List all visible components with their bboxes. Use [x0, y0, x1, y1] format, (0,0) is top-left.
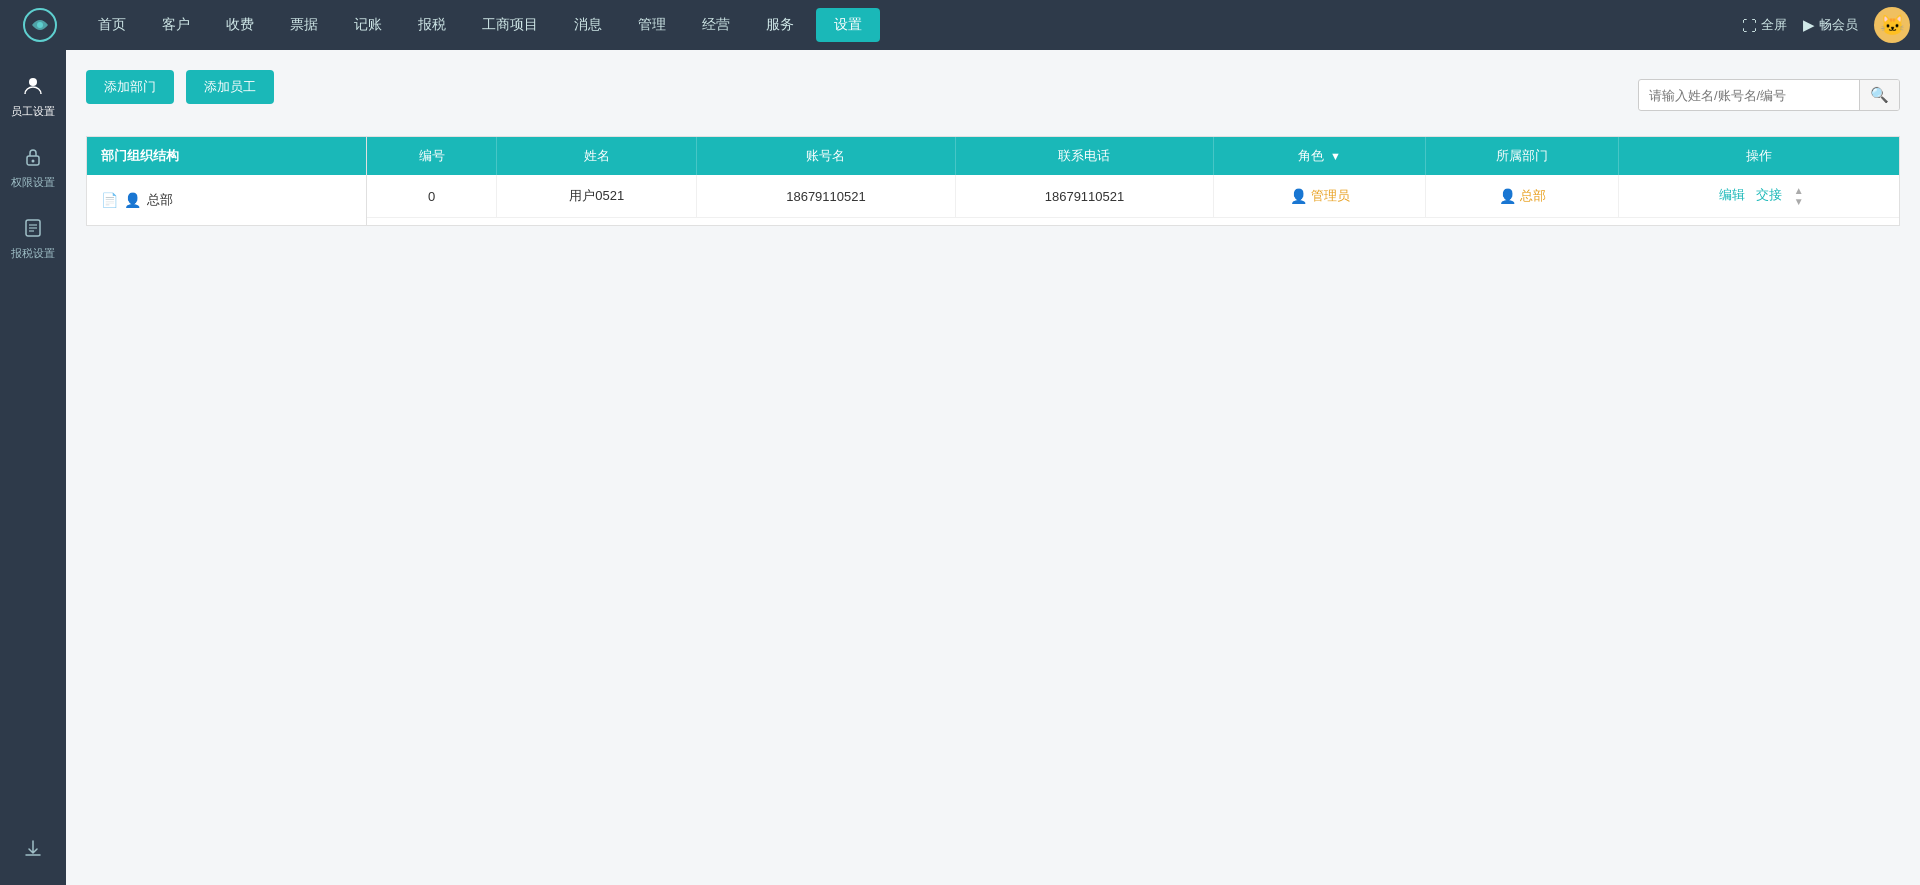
- transfer-link[interactable]: 交接: [1756, 187, 1782, 202]
- fullscreen-icon: ⛶: [1742, 17, 1757, 34]
- content-area: 部门组织结构 📄 👤 总部 编号 姓名 账号名 联系电话: [86, 136, 1900, 226]
- nav-business[interactable]: 工商项目: [464, 0, 556, 50]
- nav-billing[interactable]: 收费: [208, 0, 272, 50]
- nav-management[interactable]: 管理: [620, 0, 684, 50]
- search-button[interactable]: 🔍: [1859, 80, 1899, 110]
- table-area: 编号 姓名 账号名 联系电话 角色 ▼ 所属部门 操作 0: [367, 137, 1899, 225]
- tax-settings-label: 报税设置: [11, 246, 55, 261]
- nav-operations[interactable]: 经营: [684, 0, 748, 50]
- staff-icon: [19, 72, 47, 100]
- add-dept-button[interactable]: 添加部门: [86, 70, 174, 104]
- download-icon: [19, 835, 47, 863]
- cell-name: 用户0521: [497, 175, 697, 218]
- filter-icon: ▼: [1330, 150, 1341, 162]
- nav-service[interactable]: 服务: [748, 0, 812, 50]
- data-table: 编号 姓名 账号名 联系电话 角色 ▼ 所属部门 操作 0: [367, 137, 1899, 218]
- nav-items: 首页 客户 收费 票据 记账 报税 工商项目 消息 管理 经营 服务 设置: [80, 0, 1742, 50]
- toolbar: 添加部门 添加员工: [86, 70, 274, 104]
- dept-tree: 部门组织结构 📄 👤 总部: [87, 137, 367, 225]
- cell-id: 0: [367, 175, 497, 218]
- col-account: 账号名: [697, 137, 956, 175]
- edit-link[interactable]: 编辑: [1719, 187, 1745, 202]
- tax-settings-icon: [19, 214, 47, 242]
- cell-account: 18679110521: [697, 175, 956, 218]
- sidebar-item-permissions[interactable]: 权限设置: [0, 131, 66, 202]
- cell-phone: 18679110521: [955, 175, 1214, 218]
- person-icon: 👤: [124, 192, 141, 208]
- col-role-label: 角色: [1298, 148, 1324, 163]
- nav-tax[interactable]: 报税: [400, 0, 464, 50]
- cell-role: 👤 管理员: [1214, 175, 1426, 218]
- member-label: 畅会员: [1819, 16, 1858, 34]
- avatar[interactable]: 🐱: [1874, 7, 1910, 43]
- cell-dept: 👤 总部: [1426, 175, 1619, 218]
- play-icon: ▶: [1803, 16, 1815, 34]
- dept-person-icon: 👤: [1499, 188, 1516, 204]
- col-dept: 所属部门: [1426, 137, 1619, 175]
- nav-tickets[interactable]: 票据: [272, 0, 336, 50]
- member-btn[interactable]: ▶ 畅会员: [1803, 16, 1858, 34]
- top-nav: 首页 客户 收费 票据 记账 报税 工商项目 消息 管理 经营 服务 设置 ⛶ …: [0, 0, 1920, 50]
- staff-label: 员工设置: [11, 104, 55, 119]
- col-phone: 联系电话: [955, 137, 1214, 175]
- fullscreen-btn[interactable]: ⛶ 全屏: [1742, 16, 1787, 34]
- left-sidebar: 员工设置 权限设置 报税设置: [0, 50, 66, 885]
- nav-customer[interactable]: 客户: [144, 0, 208, 50]
- role-value: 管理员: [1311, 187, 1350, 205]
- nav-accounting[interactable]: 记账: [336, 0, 400, 50]
- svg-point-2: [29, 78, 37, 86]
- main-content: 添加部门 添加员工 🔍 部门组织结构 📄 👤 总部: [66, 50, 1920, 885]
- col-id: 编号: [367, 137, 497, 175]
- dept-tree-body: 📄 👤 总部: [87, 175, 366, 225]
- sidebar-item-tax-settings[interactable]: 报税设置: [0, 202, 66, 273]
- svg-point-1: [37, 22, 43, 28]
- col-name: 姓名: [497, 137, 697, 175]
- nav-home[interactable]: 首页: [80, 0, 144, 50]
- col-ops: 操作: [1619, 137, 1899, 175]
- permissions-label: 权限设置: [11, 175, 55, 190]
- col-role[interactable]: 角色 ▼: [1214, 137, 1426, 175]
- svg-point-4: [32, 160, 35, 163]
- nav-right: ⛶ 全屏 ▶ 畅会员 🐱: [1742, 7, 1910, 43]
- search-input[interactable]: [1639, 82, 1859, 109]
- sidebar-item-staff[interactable]: 员工设置: [0, 60, 66, 131]
- dept-tree-header: 部门组织结构: [87, 137, 366, 175]
- scroll-down-arrow[interactable]: ▼: [1794, 196, 1804, 207]
- dept-label: 总部: [147, 191, 173, 209]
- fullscreen-label: 全屏: [1761, 16, 1787, 34]
- role-person-icon: 👤: [1290, 188, 1307, 204]
- dept-value: 总部: [1520, 187, 1546, 205]
- sidebar-bottom-btn[interactable]: [0, 823, 66, 875]
- lock-icon: [19, 143, 47, 171]
- cell-ops: 编辑 交接 ▲ ▼: [1619, 175, 1899, 218]
- table-row: 0 用户0521 18679110521 18679110521 👤 管理员 👤…: [367, 175, 1899, 218]
- scroll-up-arrow[interactable]: ▲: [1794, 185, 1804, 196]
- search-wrap: 🔍: [1638, 79, 1900, 111]
- scroll-arrows: ▲ ▼: [1794, 185, 1804, 207]
- logo: [10, 7, 70, 43]
- nav-settings[interactable]: 设置: [816, 8, 880, 42]
- nav-messages[interactable]: 消息: [556, 0, 620, 50]
- dept-tree-item-root[interactable]: 📄 👤 总部: [101, 185, 352, 215]
- add-staff-button[interactable]: 添加员工: [186, 70, 274, 104]
- file-icon: 📄: [101, 192, 118, 208]
